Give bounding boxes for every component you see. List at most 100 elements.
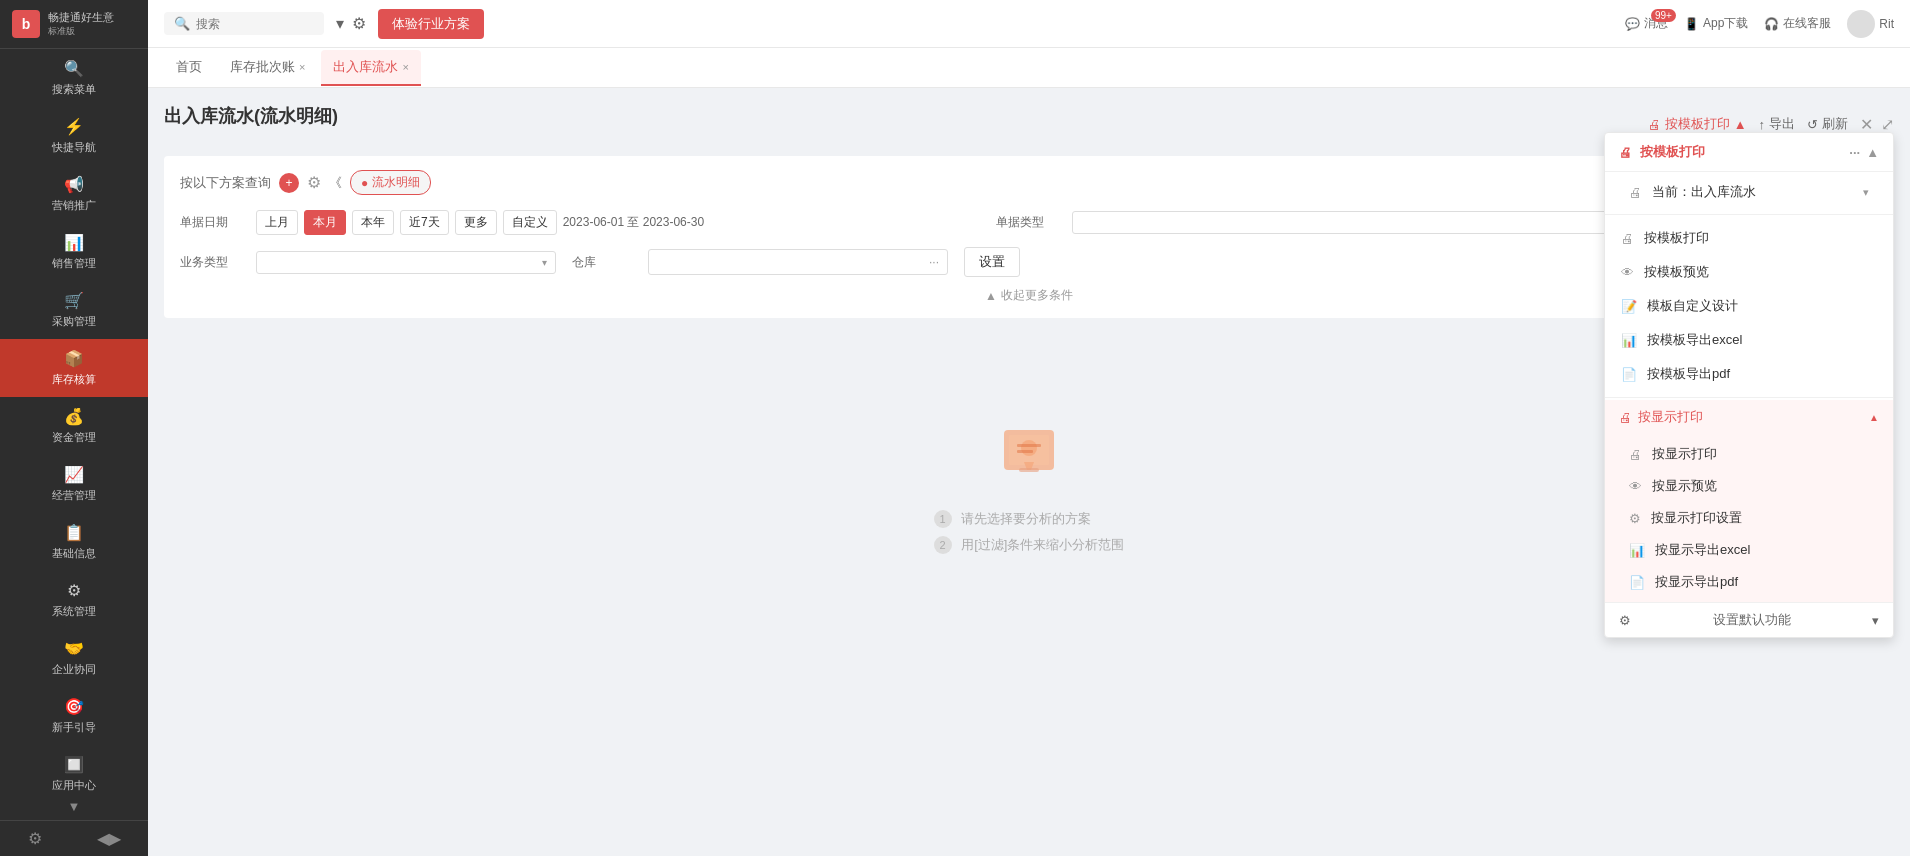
online-service-btn[interactable]: 🎧 在线客服	[1764, 15, 1831, 32]
filter-tag-water[interactable]: ● 流水明细	[350, 170, 431, 195]
display-preview-icon: 👁	[1629, 479, 1642, 494]
dropdown-item-display-print[interactable]: 🖨 按显示打印	[1605, 438, 1893, 470]
item-pdf-icon: 📄	[1621, 367, 1637, 382]
dropdown-item-template-print[interactable]: 🖨 按模板打印	[1605, 221, 1893, 255]
refresh-button[interactable]: ↺ 刷新	[1807, 115, 1848, 133]
date-btn-this-month[interactable]: 本月	[304, 210, 346, 235]
industry-btn[interactable]: 体验行业方案	[378, 9, 484, 39]
tab-batch-close[interactable]: ×	[299, 61, 305, 73]
warehouse-dropdown[interactable]: ···	[648, 249, 948, 275]
filter-tag-icon: ●	[361, 176, 368, 190]
current-template-item[interactable]: 🖨 当前：出入库流水 ▾	[1605, 176, 1893, 208]
dropdown-header-icons: ··· ▲	[1849, 145, 1879, 160]
sidebar-item-guide[interactable]: 🎯 新手引导	[0, 687, 148, 745]
date-filter: 上月 本月 本年 近7天 更多 自定义 2023-06-01 至 2023-06…	[256, 210, 980, 235]
settings-gear-icon[interactable]: ⚙	[352, 14, 366, 33]
template-print-button[interactable]: 🖨 按模板打印 ▲	[1648, 115, 1747, 133]
display-section-header[interactable]: 🖨 按显示打印 ▲	[1605, 400, 1893, 434]
date-btn-custom[interactable]: 自定义	[503, 210, 557, 235]
current-badge: ▾	[1863, 186, 1869, 199]
dropdown-title: 按模板打印	[1640, 143, 1705, 161]
sidebar-item-operations[interactable]: 📈 经营管理	[0, 455, 148, 513]
expand-window-btn[interactable]: ⤢	[1881, 115, 1894, 134]
biz-type-field: ▾	[256, 251, 556, 274]
date-btn-this-year[interactable]: 本年	[352, 210, 394, 235]
purchase-icon: 🛒	[64, 291, 84, 310]
filter-tag-label: 流水明细	[372, 174, 420, 191]
sidebar-item-shortcut[interactable]: ⚡ 快捷导航	[0, 107, 148, 165]
item-custom-icon: 📝	[1621, 299, 1637, 314]
dropdown-item-template-excel[interactable]: 📊 按模板导出excel	[1605, 323, 1893, 357]
sidebar-item-search[interactable]: 🔍 搜索菜单	[0, 49, 148, 107]
sidebar-item-collab[interactable]: 🤝 企业协同	[0, 629, 148, 687]
export-button[interactable]: ↑ 导出	[1759, 115, 1796, 133]
dropdown-item-display-preview[interactable]: 👁 按显示预览	[1605, 470, 1893, 502]
add-filter-btn[interactable]: +	[279, 173, 299, 193]
logo-icon: b	[12, 10, 40, 38]
template-print-dropdown: 🖨 按模板打印 ··· ▲ 🖨 当前：出入库流水 ▾ 🖨	[1604, 132, 1894, 638]
dropdown-item-template-preview[interactable]: 👁 按模板预览	[1605, 255, 1893, 289]
system-icon: ⚙	[67, 581, 81, 600]
app-version: 标准版	[48, 25, 114, 38]
sidebar-item-purchase[interactable]: 🛒 采购管理	[0, 281, 148, 339]
dropdown-footer[interactable]: ⚙ 设置默认功能 ▾	[1605, 602, 1893, 637]
biz-type-dropdown[interactable]: ▾	[256, 251, 556, 274]
sidebar-item-label: 企业协同	[52, 662, 96, 677]
collab-icon: 🤝	[64, 639, 84, 658]
sidebar-bottom: ⚙ ◀▶	[0, 820, 148, 856]
user-avatar-btn[interactable]: Rit	[1847, 10, 1894, 38]
date-btn-more[interactable]: 更多	[455, 210, 497, 235]
user-name: Rit	[1879, 17, 1894, 31]
tab-batch[interactable]: 库存批次账 ×	[218, 50, 317, 86]
date-btn-7days[interactable]: 近7天	[400, 210, 449, 235]
sidebar-item-inventory[interactable]: 📦 库存核算	[0, 339, 148, 397]
display-section-label: 🖨 按显示打印	[1619, 408, 1703, 426]
settings-button[interactable]: 设置	[964, 247, 1020, 277]
dropdown-item-template-pdf[interactable]: 📄 按模板导出pdf	[1605, 357, 1893, 391]
chevron-down-icon2: ▾	[542, 257, 547, 268]
dropdown-item-display-settings[interactable]: ⚙ 按显示打印设置	[1605, 502, 1893, 534]
collapse-icon[interactable]: ◀▶	[97, 829, 121, 848]
sidebar-item-label: 系统管理	[52, 604, 96, 619]
tab-flow-close[interactable]: ×	[402, 61, 408, 73]
topbar-search-box[interactable]: 🔍	[164, 12, 324, 35]
sidebar-item-sales[interactable]: 📊 销售管理	[0, 223, 148, 281]
sidebar-item-marketing[interactable]: 📢 营销推广	[0, 165, 148, 223]
date-range-text: 2023-06-01 至 2023-06-30	[563, 214, 704, 231]
finance-icon: 💰	[64, 407, 84, 426]
sidebar-item-basic[interactable]: 📋 基础信息	[0, 513, 148, 571]
more-options-icon[interactable]: ···	[1849, 145, 1860, 160]
collapse-label: 收起更多条件	[1001, 287, 1073, 304]
dropdown-icon[interactable]: ▾	[336, 14, 344, 33]
tab-home[interactable]: 首页	[164, 50, 214, 86]
sidebar-item-system[interactable]: ⚙ 系统管理	[0, 571, 148, 629]
collapse-arrow-icon[interactable]: 《	[329, 174, 342, 192]
tab-flow[interactable]: 出入库流水 ×	[321, 50, 420, 86]
settings-icon[interactable]: ⚙	[28, 829, 42, 848]
app-download-btn[interactable]: 📱 App下载	[1684, 15, 1748, 32]
headset-icon: 🎧	[1764, 17, 1779, 31]
print-icon: 🖨	[1648, 117, 1661, 132]
dropdown-item-template-custom[interactable]: 📝 模板自定义设计	[1605, 289, 1893, 323]
date-btn-last-month[interactable]: 上月	[256, 210, 298, 235]
item-excel-icon: 📊	[1621, 333, 1637, 348]
window-controls: ✕ ⤢	[1860, 115, 1894, 134]
shortcut-icon: ⚡	[64, 117, 84, 136]
topbar: 🔍 ▾ ⚙ 体验行业方案 💬 消息 99+ 📱 App下载 🎧 在线客服	[148, 0, 1910, 48]
dropdown-item-display-pdf[interactable]: 📄 按显示导出pdf	[1605, 566, 1893, 598]
search-icon: 🔍	[64, 59, 84, 78]
search-input[interactable]	[196, 17, 296, 31]
sidebar-item-apps[interactable]: 🔲 应用中心	[0, 745, 148, 793]
message-btn[interactable]: 💬 消息 99+	[1625, 15, 1668, 32]
empty-illustration	[989, 410, 1069, 490]
sidebar-item-label: 资金管理	[52, 430, 96, 445]
dropdown-item-display-excel[interactable]: 📊 按显示导出excel	[1605, 534, 1893, 566]
divider1	[1605, 214, 1893, 215]
filter-settings-icon[interactable]: ⚙	[307, 173, 321, 192]
sidebar-item-finance[interactable]: 💰 资金管理	[0, 397, 148, 455]
close-window-btn[interactable]: ✕	[1860, 115, 1873, 134]
chevron-up-icon: ▲	[1734, 117, 1747, 132]
svg-point-2	[1021, 440, 1037, 456]
sidebar-scroll-down[interactable]: ▼	[0, 793, 148, 820]
chevron-up-icon3[interactable]: ▲	[1866, 145, 1879, 160]
